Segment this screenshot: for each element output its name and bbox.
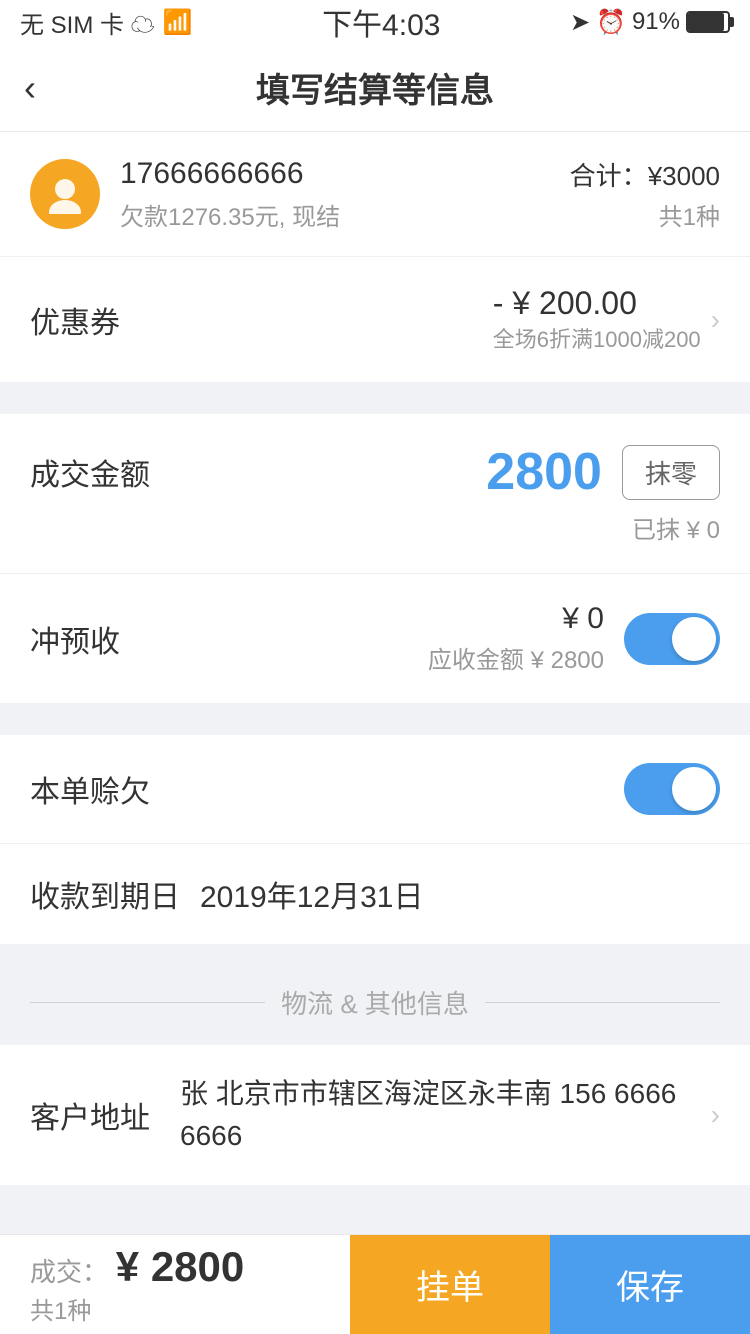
amount-sub: 已抹 ¥ 0 bbox=[30, 510, 720, 545]
toggle-knob bbox=[672, 617, 716, 661]
customer-left: 17666666666 欠款1276.35元, 现结 bbox=[30, 157, 340, 232]
amount-section: 成交金额 2800 抹零 已抹 ¥ 0 bbox=[0, 414, 750, 573]
duedate-value: 2019年12月31日 bbox=[200, 872, 423, 916]
page-title: 填写结算等信息 bbox=[256, 63, 494, 112]
address-value: 张 北京市市辖区海淀区永丰南 156 6666 6666 bbox=[180, 1073, 711, 1157]
bottom-amount: ¥ 2800 bbox=[116, 1243, 244, 1290]
separator-1 bbox=[0, 398, 750, 414]
nav-bar: ‹ 填写结算等信息 bbox=[0, 44, 750, 132]
total-label: 合计：¥3000 bbox=[570, 156, 720, 193]
credit-toggle-knob bbox=[672, 767, 716, 811]
divider-logistics: 物流 & 其他信息 bbox=[0, 960, 750, 1045]
customer-right: 合计：¥3000 共1种 bbox=[570, 156, 720, 232]
prepay-row: 冲预收 ¥ 0 应收金额 ¥ 2800 bbox=[30, 602, 720, 675]
coupon-info: - ¥ 200.00 全场6折满1000减200 bbox=[493, 285, 701, 354]
amount-card: 成交金额 2800 抹零 已抹 ¥ 0 冲预收 ¥ 0 应收金额 ¥ 2800 bbox=[0, 414, 750, 703]
customer-card: 17666666666 欠款1276.35元, 现结 合计：¥3000 共1种 … bbox=[0, 132, 750, 382]
address-chevron-icon: › bbox=[711, 1099, 720, 1131]
total-count: 共1种 bbox=[570, 197, 720, 232]
divider-line-left bbox=[30, 1002, 265, 1003]
status-bar: 无 SIM 卡 ☁ 📶 下午4:03 ➤ ⏰ 91% bbox=[0, 0, 750, 44]
duedate-section: 收款到期日 2019年12月31日 bbox=[0, 843, 750, 944]
amount-row: 成交金额 2800 抹零 bbox=[30, 442, 720, 502]
amount-value: 2800 bbox=[486, 442, 602, 502]
customer-row: 17666666666 欠款1276.35元, 现结 合计：¥3000 共1种 bbox=[0, 132, 750, 256]
duedate-row: 收款到期日 2019年12月31日 bbox=[30, 872, 720, 916]
wifi-icon: 📶 bbox=[163, 8, 193, 37]
separator-2 bbox=[0, 719, 750, 735]
coupon-detail: 全场6折满1000减200 bbox=[493, 322, 701, 354]
amount-right: 2800 抹零 bbox=[486, 442, 720, 502]
customer-phone: 17666666666 bbox=[120, 157, 340, 191]
bottom-count: 共1种 bbox=[30, 1291, 320, 1326]
total-value: ¥3000 bbox=[648, 161, 720, 191]
status-right: ➤ ⏰ 91% bbox=[570, 8, 730, 37]
prepay-amount: ¥ 0 应收金额 ¥ 2800 bbox=[428, 602, 604, 675]
amount-label: 成交金额 bbox=[30, 450, 150, 494]
bottom-bar: 成交： ¥ 2800 共1种 挂单 保存 bbox=[0, 1234, 750, 1334]
coupon-label: 优惠券 bbox=[30, 298, 120, 342]
round-button[interactable]: 抹零 bbox=[622, 445, 720, 500]
bottom-deal-label: 成交： bbox=[30, 1257, 108, 1287]
hang-button[interactable]: 挂单 bbox=[350, 1235, 550, 1334]
divider-label: 物流 & 其他信息 bbox=[281, 984, 469, 1021]
prepay-toggle[interactable] bbox=[624, 613, 720, 665]
prepay-right: ¥ 0 应收金额 ¥ 2800 bbox=[428, 602, 720, 675]
address-section[interactable]: 客户地址 张 北京市市辖区海淀区永丰南 156 6666 6666 › bbox=[0, 1045, 750, 1185]
divider-line-right bbox=[485, 1002, 720, 1003]
customer-sub: 欠款1276.35元, 现结 bbox=[120, 197, 340, 232]
chevron-right-icon: › bbox=[711, 304, 720, 336]
location-icon: ➤ bbox=[570, 8, 590, 37]
credit-card: 本单赊欠 收款到期日 2019年12月31日 bbox=[0, 735, 750, 944]
sim-label: 无 SIM 卡 ☁ bbox=[20, 5, 155, 40]
content-area: 17666666666 欠款1276.35元, 现结 合计：¥3000 共1种 … bbox=[0, 132, 750, 1321]
credit-section: 本单赊欠 bbox=[0, 735, 750, 843]
coupon-row[interactable]: 优惠券 - ¥ 200.00 全场6折满1000减200 › bbox=[0, 256, 750, 382]
prepay-value: ¥ 0 bbox=[428, 602, 604, 636]
prepay-sub: 应收金额 ¥ 2800 bbox=[428, 640, 604, 675]
status-time: 下午4:03 bbox=[322, 0, 440, 44]
credit-toggle[interactable] bbox=[624, 763, 720, 815]
battery-label: 91% bbox=[632, 8, 680, 36]
address-label: 客户地址 bbox=[30, 1093, 150, 1137]
battery-icon bbox=[686, 11, 730, 33]
status-left: 无 SIM 卡 ☁ 📶 bbox=[20, 5, 193, 40]
bottom-deal-row: 成交： ¥ 2800 bbox=[30, 1243, 320, 1291]
duedate-label: 收款到期日 bbox=[30, 872, 180, 916]
coupon-right: - ¥ 200.00 全场6折满1000减200 › bbox=[493, 285, 720, 354]
customer-info: 17666666666 欠款1276.35元, 现结 bbox=[120, 157, 340, 232]
prepay-section: 冲预收 ¥ 0 应收金额 ¥ 2800 bbox=[0, 573, 750, 703]
save-button[interactable]: 保存 bbox=[550, 1235, 750, 1334]
prepay-label: 冲预收 bbox=[30, 617, 120, 661]
back-button[interactable]: ‹ bbox=[24, 67, 36, 109]
bottom-summary: 成交： ¥ 2800 共1种 bbox=[0, 1243, 350, 1326]
alarm-icon: ⏰ bbox=[596, 8, 626, 37]
credit-label: 本单赊欠 bbox=[30, 767, 150, 811]
address-card: 客户地址 张 北京市市辖区海淀区永丰南 156 6666 6666 › bbox=[0, 1045, 750, 1185]
coupon-discount: - ¥ 200.00 bbox=[493, 285, 701, 322]
avatar bbox=[30, 159, 100, 229]
